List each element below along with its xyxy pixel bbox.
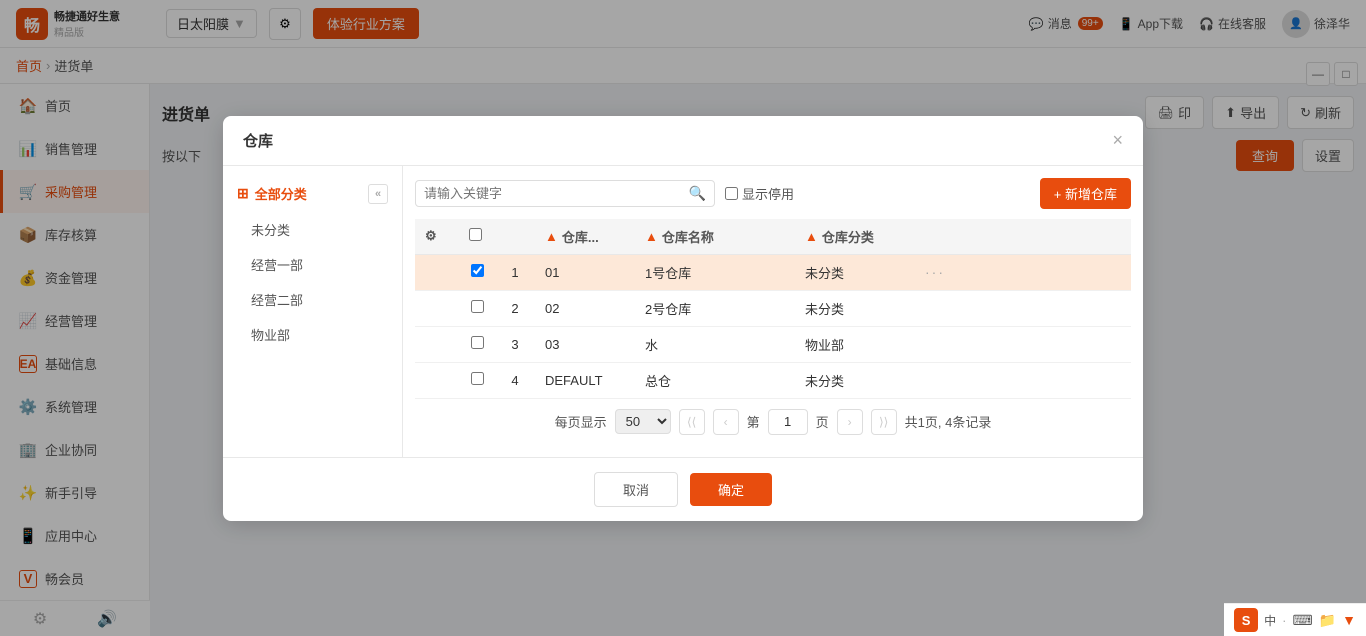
row-code: DEFAULT: [535, 362, 635, 398]
chinese-input-icon: 中: [1264, 612, 1276, 629]
search-icon: 🔍: [689, 185, 706, 202]
row-actions: [915, 326, 1131, 362]
th-category: ▲ 仓库分类: [795, 219, 915, 255]
page-suffix: 页: [816, 412, 829, 431]
table-header: ⚙ ▲ 仓库...: [415, 219, 1131, 255]
row-checkbox[interactable]: [471, 300, 484, 313]
page-label: 第: [747, 412, 760, 431]
modal-footer: 取消 确定: [223, 457, 1143, 521]
all-categories-item[interactable]: ⊞ 全部分类 «: [223, 176, 402, 212]
taskbar-icon1: 📁: [1319, 612, 1336, 629]
bottom-right-bar: S 中 · ⌨ 📁 ▼: [1224, 603, 1366, 636]
th-settings: ⚙: [415, 219, 459, 255]
row-name: 2号仓库: [635, 290, 795, 326]
search-input[interactable]: [424, 186, 689, 201]
row-checkbox[interactable]: [471, 264, 484, 277]
category-panel: ⊞ 全部分类 « 未分类 经营一部 经营二部 物业部: [223, 166, 403, 457]
show-disabled-label: 显示停用: [742, 184, 794, 203]
modal-header: 仓库 ×: [223, 116, 1143, 166]
row-category: 物业部: [795, 326, 915, 362]
row-code: 03: [535, 326, 635, 362]
table-row[interactable]: 2 02 2号仓库 未分类: [415, 290, 1131, 326]
search-bar: 🔍 显示停用 + 新增仓库: [415, 178, 1131, 209]
row-checkbox[interactable]: [471, 336, 484, 349]
row-code: 02: [535, 290, 635, 326]
per-page-select[interactable]: 50 100 200: [615, 409, 671, 434]
add-warehouse-button[interactable]: + 新增仓库: [1040, 178, 1131, 209]
all-categories-label: 全部分类: [255, 184, 307, 203]
first-page-button[interactable]: ⟨⟨: [679, 409, 705, 435]
show-disabled-checkbox[interactable]: [725, 187, 738, 200]
row-actions: [915, 290, 1131, 326]
row-actions: ···: [915, 254, 1131, 290]
warehouse-table: ⚙ ▲ 仓库...: [415, 219, 1131, 399]
row-gear-cell: [415, 254, 459, 290]
gear-header-icon: ⚙: [425, 228, 437, 243]
modal-title: 仓库: [243, 130, 273, 151]
modal-overlay: 仓库 × ⊞ 全部分类 « 未分类 经营一部 经营二部: [0, 0, 1366, 636]
s-logo: S: [1234, 608, 1258, 632]
row-checkbox-cell: [459, 362, 495, 398]
row-index: 3: [495, 326, 535, 362]
grid-icon: ⊞: [237, 185, 249, 202]
row-checkbox-cell: [459, 290, 495, 326]
row-checkbox-cell: [459, 326, 495, 362]
next-page-button[interactable]: ›: [837, 409, 863, 435]
category-item-unclassified[interactable]: 未分类: [223, 212, 402, 247]
row-name: 总仓: [635, 362, 795, 398]
cancel-button[interactable]: 取消: [594, 472, 678, 507]
row-checkbox-cell: [459, 254, 495, 290]
last-page-button[interactable]: ⟩⟩: [871, 409, 897, 435]
per-page-label: 每页显示: [555, 412, 607, 431]
sort-icon-code: ▲: [545, 229, 558, 244]
taskbar-icon2: ▼: [1342, 612, 1356, 628]
category-collapse-button[interactable]: «: [368, 184, 388, 204]
prev-page-button[interactable]: ‹: [713, 409, 739, 435]
row-category: 未分类: [795, 290, 915, 326]
table-row[interactable]: 4 DEFAULT 总仓 未分类: [415, 362, 1131, 398]
table-row[interactable]: 3 03 水 物业部: [415, 326, 1131, 362]
row-more-button[interactable]: ···: [925, 264, 945, 280]
row-gear-cell: [415, 326, 459, 362]
row-name: 1号仓库: [635, 254, 795, 290]
row-code: 01: [535, 254, 635, 290]
pagination: 每页显示 50 100 200 ⟨⟨ ‹ 第 页 › ⟩⟩ 共1页, 4条记录: [415, 399, 1131, 445]
table-body: 1 01 1号仓库 未分类 ··· 2 02 2号仓库 未分类 3 03 水 物…: [415, 254, 1131, 398]
th-code: ▲ 仓库...: [535, 219, 635, 255]
row-category: 未分类: [795, 362, 915, 398]
sort-icon-cat: ▲: [805, 229, 818, 244]
data-panel: 🔍 显示停用 + 新增仓库 ⚙: [403, 166, 1143, 457]
confirm-button[interactable]: 确定: [690, 473, 772, 506]
category-item-ops2[interactable]: 经营二部: [223, 282, 402, 317]
modal-close-button[interactable]: ×: [1112, 130, 1123, 151]
search-input-wrap: 🔍: [415, 180, 715, 207]
dot-separator: ·: [1282, 613, 1286, 628]
warehouse-modal: 仓库 × ⊞ 全部分类 « 未分类 经营一部 经营二部: [223, 116, 1143, 521]
row-index: 1: [495, 254, 535, 290]
row-category: 未分类: [795, 254, 915, 290]
row-checkbox[interactable]: [471, 372, 484, 385]
sort-icon-name: ▲: [645, 229, 658, 244]
th-checkbox: [459, 219, 495, 255]
page-total: 共1页, 4条记录: [905, 412, 992, 431]
select-all-checkbox[interactable]: [469, 228, 482, 241]
row-gear-cell: [415, 362, 459, 398]
row-index: 2: [495, 290, 535, 326]
th-name: ▲ 仓库名称: [635, 219, 795, 255]
page-input[interactable]: [768, 409, 808, 435]
row-actions: [915, 362, 1131, 398]
category-item-property[interactable]: 物业部: [223, 317, 402, 352]
row-index: 4: [495, 362, 535, 398]
row-name: 水: [635, 326, 795, 362]
th-index: [495, 219, 535, 255]
show-disabled-checkbox-label[interactable]: 显示停用: [725, 184, 794, 203]
table-row[interactable]: 1 01 1号仓库 未分类 ···: [415, 254, 1131, 290]
table-wrapper: ⚙ ▲ 仓库...: [415, 219, 1131, 399]
row-gear-cell: [415, 290, 459, 326]
modal-body: ⊞ 全部分类 « 未分类 经营一部 经营二部 物业部: [223, 166, 1143, 457]
category-item-ops1[interactable]: 经营一部: [223, 247, 402, 282]
keyboard-icon: ⌨: [1292, 612, 1312, 629]
th-actions: [915, 219, 1131, 255]
